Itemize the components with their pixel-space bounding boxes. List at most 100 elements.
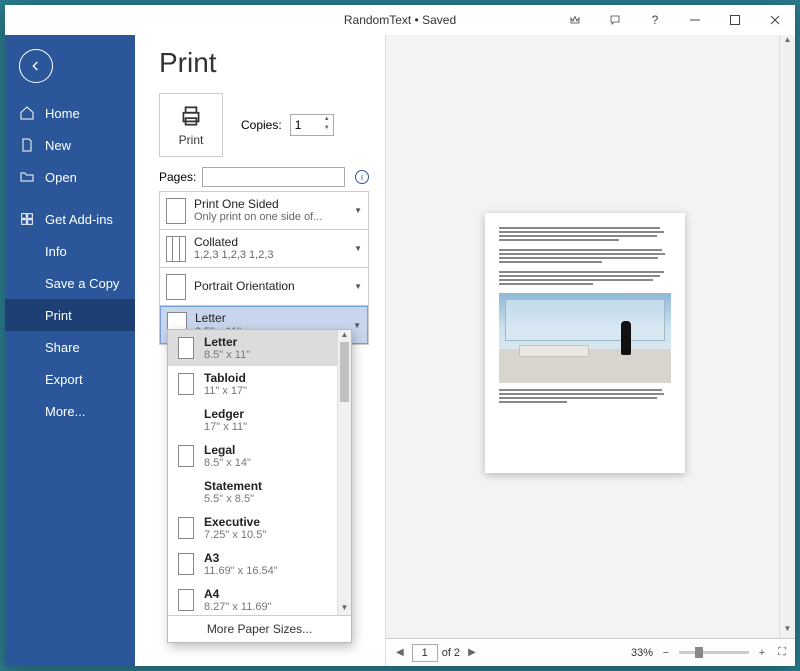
paper-size-name: Ledger [204,407,247,421]
close-button[interactable] [755,5,795,35]
copies-label: Copies: [241,118,282,132]
sidebar-item-label: Info [45,244,67,259]
home-icon [19,105,35,121]
page-number-input[interactable]: 1 [412,644,438,662]
printer-icon [178,103,204,129]
paper-icon [178,589,194,611]
sidebar-item-label: Open [45,170,77,185]
paper-size-dims: 17" x 11" [204,421,247,433]
copies-value: 1 [295,118,302,132]
fit-page-button[interactable]: ⛶ [775,646,789,659]
sidebar-item-label: More... [45,404,85,419]
dropdown-scrollbar[interactable]: ▲ ▼ [337,330,351,615]
minimize-button[interactable] [675,5,715,35]
zoom-in-button[interactable]: + [755,647,769,659]
sidebar-item-open[interactable]: Open [5,161,135,193]
next-page-button[interactable]: ▶ [464,647,480,658]
paper-size-name: Legal [204,443,251,457]
sidebar-item-export[interactable]: Export [5,363,135,395]
paper-size-dims: 8.5" x 14" [204,457,251,469]
paper-size-dims: 11" x 17" [204,385,247,397]
paper-size-option[interactable]: Legal8.5" x 14" [168,438,351,474]
sidebar-item-print[interactable]: Print [5,299,135,331]
sidebar-item-label: New [45,138,71,153]
sidebar-item-label: Print [45,308,72,323]
scroll-down-arrow[interactable]: ▼ [780,624,795,638]
preview-scrollbar[interactable]: ▲ ▼ [779,35,795,638]
zoom-out-button[interactable]: − [659,647,673,659]
more-paper-sizes-link[interactable]: More Paper Sizes... [168,615,351,642]
copies-input[interactable]: 1 ▲▼ [290,114,334,136]
paper-size-option[interactable]: Tabloid11" x 17" [168,366,351,402]
paper-size-list: Letter8.5" x 11"Tabloid11" x 17"Ledger17… [168,330,351,615]
chevron-down-icon: ▼ [354,282,362,291]
paper-size-name: A3 [204,551,278,565]
pages-label: Pages: [159,170,196,184]
sidebar-item-save-copy[interactable]: Save a Copy [5,267,135,299]
chevron-down-icon: ▼ [353,321,361,330]
page-title: Print [159,47,369,79]
feedback-icon[interactable] [595,5,635,35]
paper-size-option[interactable]: Statement5.5" x 8.5" [168,474,351,510]
setting-sides[interactable]: Print One SidedOnly print on one side of… [160,192,368,230]
sidebar-item-new[interactable]: New [5,129,135,161]
scroll-up-arrow[interactable]: ▲ [338,330,351,342]
paper-size-option[interactable]: Ledger17" x 11" [168,402,351,438]
chevron-down-icon: ▼ [354,206,362,215]
sidebar-item-more[interactable]: More... [5,395,135,427]
paper-size-name: Statement [204,479,262,493]
help-icon[interactable]: ? [635,5,675,35]
zoom-level: 33% [631,647,653,659]
info-icon[interactable]: i [355,170,369,184]
paper-size-name: A4 [204,587,272,601]
paper-size-option[interactable]: Executive7.25" x 10.5" [168,510,351,546]
premium-icon[interactable] [555,5,595,35]
window-controls: ? [555,5,795,35]
sidebar-item-label: Share [45,340,80,355]
paper-size-option[interactable]: A311.69" x 16.54" [168,546,351,582]
sidebar-item-info[interactable]: Info [5,235,135,267]
page-preview [485,213,685,473]
title-bar: RandomText • Saved ? [5,5,795,35]
sidebar-item-addins[interactable]: Get Add-ins [5,203,135,235]
sidebar-item-label: Get Add-ins [45,212,113,227]
new-doc-icon [19,137,35,153]
sidebar-item-label: Save a Copy [45,276,119,291]
paper-size-name: Letter [204,335,250,349]
scroll-down-arrow[interactable]: ▼ [338,603,351,615]
sidebar-item-share[interactable]: Share [5,331,135,363]
paper-size-dims: 5.5" x 8.5" [204,493,262,505]
paper-size-dropdown: Letter8.5" x 11"Tabloid11" x 17"Ledger17… [167,329,352,643]
print-button[interactable]: Print [159,93,223,157]
paper-size-name: Tabloid [204,371,247,385]
scroll-thumb[interactable] [340,342,349,402]
setting-collate[interactable]: Collated1,2,3 1,2,3 1,2,3 ▼ [160,230,368,268]
print-button-label: Print [179,133,204,147]
main-area: Home New Open Get Add-ins Info Save a Co… [5,35,795,666]
page-icon [166,198,186,224]
scroll-up-arrow[interactable]: ▲ [780,35,795,49]
setting-orientation[interactable]: Portrait Orientation ▼ [160,268,368,306]
page-total-label: of 2 [442,647,460,659]
copies-spinner[interactable]: ▲▼ [322,116,332,134]
sidebar-item-home[interactable]: Home [5,97,135,129]
preview-area [386,35,795,638]
pages-input[interactable] [202,167,345,187]
back-button[interactable] [19,49,53,83]
paper-size-dims: 11.69" x 16.54" [204,565,278,577]
maximize-button[interactable] [715,5,755,35]
paper-icon [178,337,194,359]
preview-image [499,293,671,383]
backstage-sidebar: Home New Open Get Add-ins Info Save a Co… [5,35,135,666]
paper-size-option[interactable]: Letter8.5" x 11" [168,330,351,366]
open-folder-icon [19,169,35,185]
prev-page-button[interactable]: ◀ [392,647,408,658]
collate-icon [166,236,186,262]
app-window: RandomText • Saved ? Home New Open Get A… [5,5,795,666]
zoom-slider[interactable] [679,651,749,654]
paper-size-dims: 8.27" x 11.69" [204,601,272,613]
sidebar-item-label: Export [45,372,83,387]
paper-size-option[interactable]: A48.27" x 11.69" [168,582,351,615]
paper-icon [178,517,194,539]
paper-icon [178,445,194,467]
